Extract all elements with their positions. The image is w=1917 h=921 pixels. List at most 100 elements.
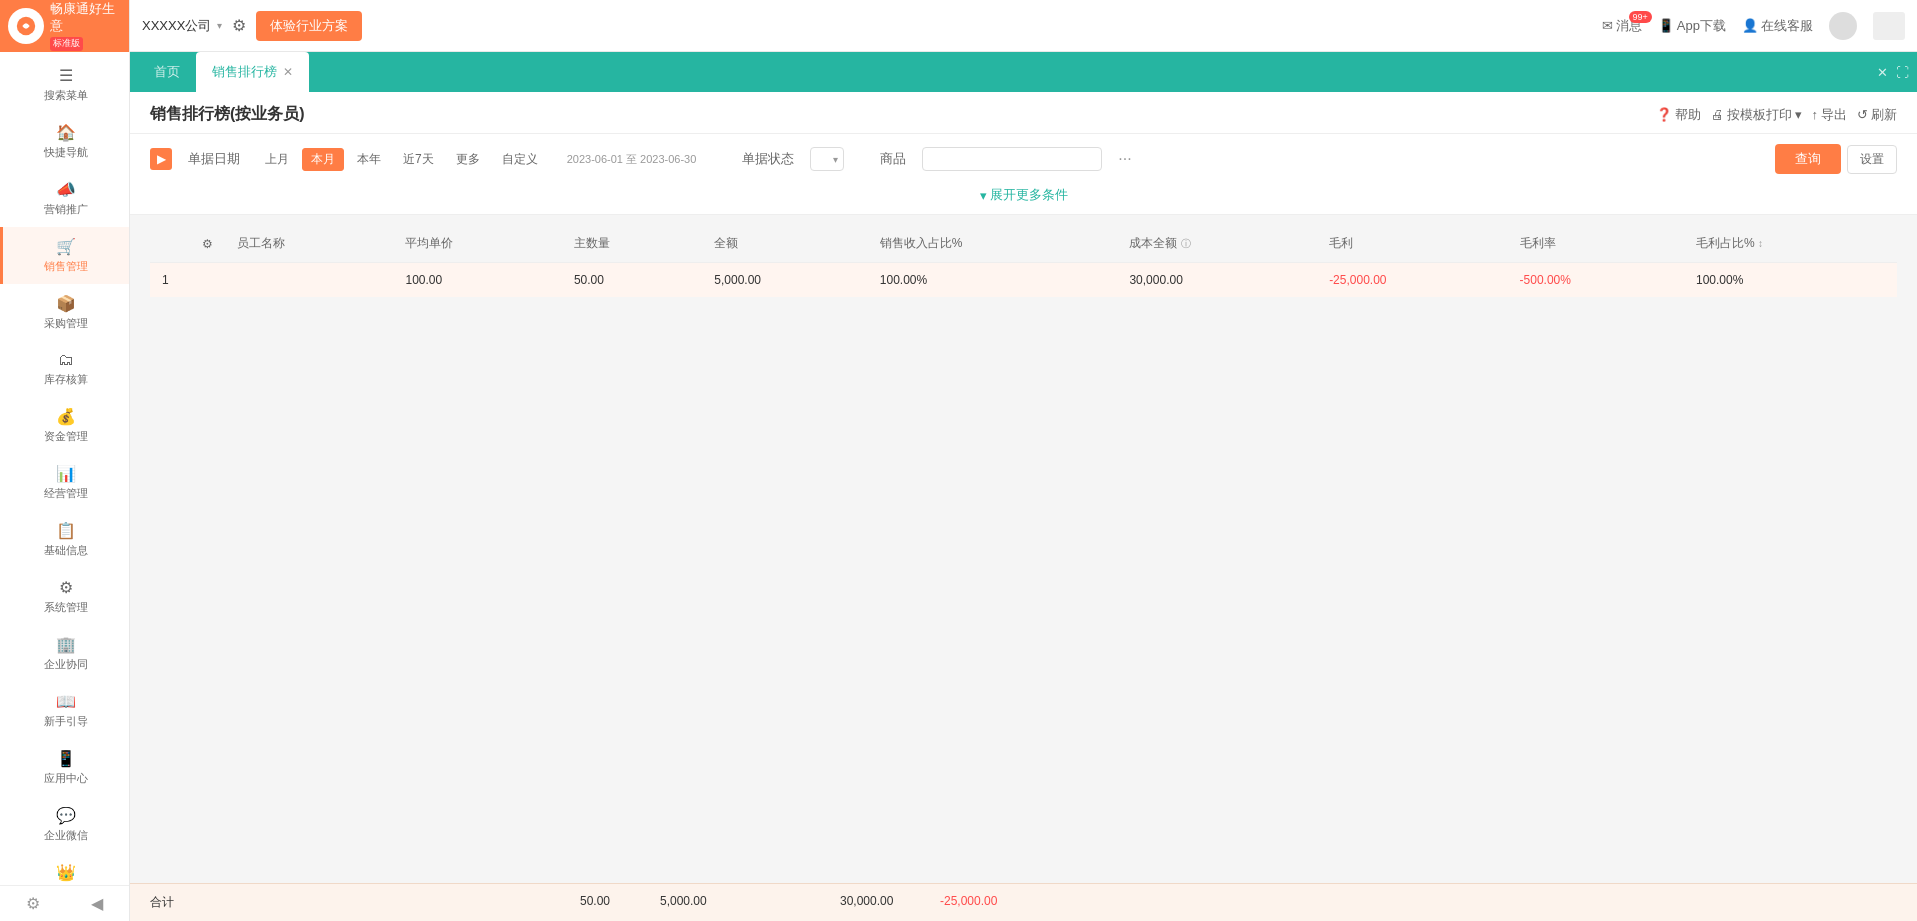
table-header-row: ⚙ 员工名称 平均单价 主数量 全额 销售收入占比% 成本全额 ⓘ 毛利 毛利率… bbox=[150, 225, 1897, 263]
sidebar-item-enterprise[interactable]: 🏢 企业协同 bbox=[0, 625, 129, 682]
sidebar-item-inventory[interactable]: 🗂 库存核算 bbox=[0, 341, 129, 397]
message-badge: 99+ bbox=[1629, 11, 1652, 23]
grosspct-help-icon[interactable]: ↕ bbox=[1758, 238, 1763, 249]
footer-gross: -25,000.00 bbox=[940, 894, 1040, 911]
date-opt-this-month[interactable]: 本月 bbox=[302, 148, 344, 171]
company-selector[interactable]: XXXXX公司 ▾ bbox=[142, 17, 222, 35]
th-settings[interactable]: ⚙ bbox=[190, 225, 225, 263]
filter-row-1: ▶ 单据日期 上月 本月 本年 近7天 更多 自定义 2023-06-01 至 … bbox=[150, 144, 1897, 174]
footer-bar: 合计 50.00 5,000.00 30,000.00 -25,000.00 bbox=[130, 883, 1917, 921]
sidebar-label-basic-info: 基础信息 bbox=[44, 543, 88, 558]
status-select[interactable] bbox=[810, 147, 844, 171]
export-btn[interactable]: ↑ 导出 bbox=[1812, 106, 1848, 124]
sidebar-label-wechat: 企业微信 bbox=[44, 828, 88, 843]
trial-btn[interactable]: 体验行业方案 bbox=[256, 11, 362, 41]
tabs-right-actions: ✕ ⛶ bbox=[1877, 65, 1909, 80]
sidebar-item-wechat[interactable]: 💬 企业微信 bbox=[0, 796, 129, 853]
status-select-wrap bbox=[810, 147, 844, 171]
sidebar-label-enterprise: 企业协同 bbox=[44, 657, 88, 672]
sidebar-icon-basic-info: 📋 bbox=[56, 521, 76, 540]
th-rank bbox=[150, 225, 190, 263]
cost-help-icon[interactable]: ⓘ bbox=[1181, 238, 1191, 249]
cell-sales-pct: 100.00% bbox=[868, 263, 1118, 298]
footer-amount: 5,000.00 bbox=[660, 894, 750, 911]
query-btn[interactable]: 查询 bbox=[1775, 144, 1841, 174]
sidebar-icon-search: ☰ bbox=[59, 66, 73, 85]
message-btn[interactable]: ✉ 消息 99+ bbox=[1602, 17, 1642, 35]
header-actions: ❓ 帮助 🖨 按模板打印 ▾ ↑ 导出 ↺ 刷新 bbox=[1656, 106, 1898, 124]
date-opt-7days[interactable]: 近7天 bbox=[394, 148, 443, 171]
topbar-settings-icon[interactable]: ⚙ bbox=[232, 16, 246, 35]
logo-text: 畅康通好生意 标准版 bbox=[50, 1, 121, 50]
th-gross-pct: 毛利占比% ↕ bbox=[1684, 225, 1897, 263]
sidebar-item-marketing[interactable]: 📣 营销推广 bbox=[0, 170, 129, 227]
sidebar-item-search[interactable]: ☰ 搜索菜单 bbox=[0, 56, 129, 113]
table-settings-btn[interactable]: 设置 bbox=[1847, 145, 1897, 174]
help-icon: ❓ bbox=[1656, 107, 1672, 122]
print-btn[interactable]: 🖨 按模板打印 ▾ bbox=[1711, 106, 1802, 124]
app-icon: 📱 bbox=[1658, 18, 1674, 33]
print-icon: 🖨 bbox=[1711, 107, 1724, 122]
footer-label: 合计 bbox=[150, 894, 580, 911]
company-dropdown-icon: ▾ bbox=[217, 20, 222, 31]
th-avg-price: 平均单价 bbox=[393, 225, 561, 263]
online-service-btn[interactable]: 👤 在线客服 bbox=[1742, 17, 1813, 35]
date-opt-custom[interactable]: 自定义 bbox=[493, 148, 547, 171]
refresh-btn[interactable]: ↺ 刷新 bbox=[1857, 106, 1897, 124]
query-actions: 查询 设置 bbox=[1775, 144, 1897, 174]
sidebar-item-sales[interactable]: 🛒 销售管理 bbox=[0, 227, 129, 284]
sidebar-settings-icon[interactable]: ⚙ bbox=[26, 894, 40, 913]
user-menu[interactable] bbox=[1873, 12, 1905, 40]
sidebar-item-purchase[interactable]: 📦 采购管理 bbox=[0, 284, 129, 341]
tab-home[interactable]: 首页 bbox=[138, 52, 196, 92]
logo-icon bbox=[8, 8, 44, 44]
tab-close-icon[interactable]: ✕ bbox=[283, 65, 293, 79]
date-filter-label: 单据日期 bbox=[188, 150, 240, 168]
footer-sales-pct bbox=[750, 894, 840, 911]
goods-input[interactable] bbox=[922, 147, 1102, 171]
sidebar-item-operations[interactable]: 📊 经营管理 bbox=[0, 454, 129, 511]
expand-more-btn[interactable]: ▾ 展开更多条件 bbox=[980, 186, 1068, 204]
sidebar-item-member[interactable]: 👑 畅会员 bbox=[0, 853, 129, 885]
print-dropdown-icon: ▾ bbox=[1795, 107, 1802, 122]
goods-filter-label: 商品 bbox=[880, 150, 906, 168]
more-options-icon[interactable]: ··· bbox=[1118, 150, 1131, 168]
sidebar-item-finance[interactable]: 💰 资金管理 bbox=[0, 397, 129, 454]
tab-expand-icon[interactable]: ⛶ bbox=[1896, 65, 1909, 80]
content-header: 销售排行榜(按业务员) ❓ 帮助 🖨 按模板打印 ▾ ↑ 导出 ↺ 刷新 bbox=[130, 92, 1917, 134]
sidebar-icon-marketing: 📣 bbox=[56, 180, 76, 199]
sidebar-item-quick-nav[interactable]: 🏠 快捷导航 bbox=[0, 113, 129, 170]
sidebar-bottom: ⚙ ◀ bbox=[0, 885, 129, 921]
sidebar-icon-enterprise: 🏢 bbox=[56, 635, 76, 654]
filter-toggle-btn[interactable]: ▶ bbox=[150, 148, 172, 170]
tab-home-label: 首页 bbox=[154, 63, 180, 81]
table-head: ⚙ 员工名称 平均单价 主数量 全额 销售收入占比% 成本全额 ⓘ 毛利 毛利率… bbox=[150, 225, 1897, 263]
user-avatar[interactable] bbox=[1829, 12, 1857, 40]
date-opt-this-year[interactable]: 本年 bbox=[348, 148, 390, 171]
cell-gross-rate: -500.00% bbox=[1508, 263, 1684, 298]
help-btn[interactable]: ❓ 帮助 bbox=[1656, 106, 1701, 124]
sidebar-label-quick-nav: 快捷导航 bbox=[44, 145, 88, 160]
sidebar-item-system[interactable]: ⚙ 系统管理 bbox=[0, 568, 129, 625]
app-download-btn[interactable]: 📱 App下载 bbox=[1658, 17, 1726, 35]
tab-sales-ranking[interactable]: 销售排行榜 ✕ bbox=[196, 52, 309, 92]
sidebar-item-basic-info[interactable]: 📋 基础信息 bbox=[0, 511, 129, 568]
sidebar-collapse-icon[interactable]: ◀ bbox=[91, 894, 103, 913]
table-area: ⚙ 员工名称 平均单价 主数量 全额 销售收入占比% 成本全额 ⓘ 毛利 毛利率… bbox=[130, 215, 1917, 883]
topbar: XXXXX公司 ▾ ⚙ 体验行业方案 ✉ 消息 99+ 📱 App下载 👤 在线… bbox=[130, 0, 1917, 52]
date-opt-last-month[interactable]: 上月 bbox=[256, 148, 298, 171]
content-area: 销售排行榜(按业务员) ❓ 帮助 🖨 按模板打印 ▾ ↑ 导出 ↺ 刷新 bbox=[130, 92, 1917, 921]
export-icon: ↑ bbox=[1812, 107, 1819, 122]
service-icon: 👤 bbox=[1742, 18, 1758, 33]
tab-sales-ranking-label: 销售排行榜 bbox=[212, 63, 277, 81]
tab-close-all-icon[interactable]: ✕ bbox=[1877, 65, 1888, 80]
table-row: 1 100.00 50.00 5,000.00 100.00% 30,000.0… bbox=[150, 263, 1897, 298]
sidebar-item-app-center[interactable]: 📱 应用中心 bbox=[0, 739, 129, 796]
refresh-icon: ↺ bbox=[1857, 107, 1868, 122]
sidebar-item-guide[interactable]: 📖 新手引导 bbox=[0, 682, 129, 739]
expand-row: ▾ 展开更多条件 bbox=[150, 180, 1897, 204]
cell-rank: 1 bbox=[150, 263, 190, 298]
th-sales-pct: 销售收入占比% bbox=[868, 225, 1118, 263]
company-name: XXXXX公司 bbox=[142, 17, 211, 35]
date-opt-more[interactable]: 更多 bbox=[447, 148, 489, 171]
